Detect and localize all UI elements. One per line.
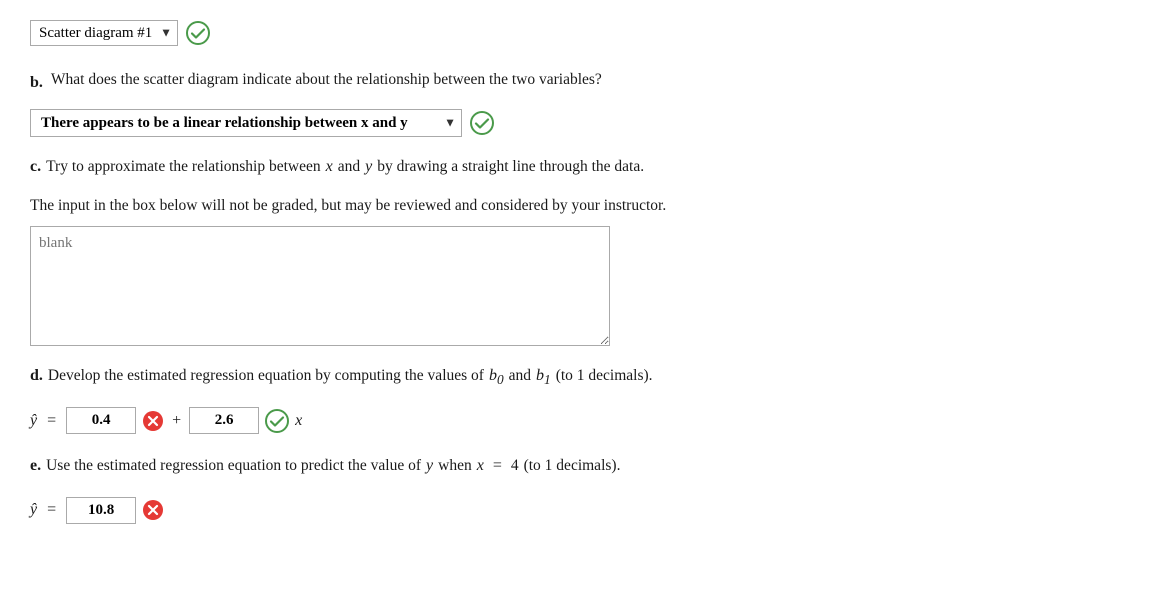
question-d-text-after: (to 1 decimals). xyxy=(556,364,653,389)
question-d-equals: = xyxy=(47,412,56,430)
question-c-var1: x xyxy=(326,158,333,176)
answer-b-check-icon xyxy=(470,111,494,135)
question-d-text-before: Develop the estimated regression equatio… xyxy=(48,364,484,389)
question-d-row: d. Develop the estimated regression equa… xyxy=(30,364,1134,395)
question-e-answer-input[interactable] xyxy=(66,497,136,524)
question-d-equation-row: ŷ = + x xyxy=(30,407,1134,434)
question-e-text-middle: when xyxy=(438,454,472,479)
question-c-text-middle: and xyxy=(338,155,360,180)
question-e-row: e. Use the estimated regression equation… xyxy=(30,454,1134,485)
answer-b-select[interactable]: There appears to be a linear relationshi… xyxy=(30,109,462,137)
question-d-label: d. xyxy=(30,367,43,385)
top-bar: Scatter diagram #1 Scatter diagram #2 Sc… xyxy=(30,20,1134,46)
question-e-eq-sign: = xyxy=(47,501,56,519)
question-c-var2: y xyxy=(365,158,372,176)
question-b-text: What does the scatter diagram indicate a… xyxy=(51,68,602,93)
question-d-b1: b1 xyxy=(536,367,551,388)
b0-error-icon xyxy=(142,410,164,432)
question-d-b0: b0 xyxy=(489,367,504,388)
answer-b-row: There appears to be a linear relationshi… xyxy=(30,109,1134,137)
e-error-icon xyxy=(142,499,164,521)
question-d-b1-input[interactable] xyxy=(189,407,259,434)
question-c-instruction: The input in the box below will not be g… xyxy=(30,194,1134,219)
question-e-equals: = xyxy=(493,457,502,475)
top-check-icon xyxy=(186,21,210,45)
question-e-section: e. Use the estimated regression equation… xyxy=(30,454,1134,524)
question-b-row: b. What does the scatter diagram indicat… xyxy=(30,68,1134,99)
question-e-equation-row: ŷ = xyxy=(30,497,1134,524)
question-e-x-value: 4 xyxy=(511,454,519,479)
question-c-row: c. Try to approximate the relationship b… xyxy=(30,155,1134,186)
question-c-section: c. Try to approximate the relationship b… xyxy=(30,155,1134,347)
scatter-diagram-select[interactable]: Scatter diagram #1 Scatter diagram #2 Sc… xyxy=(30,20,178,46)
question-d-text-and: and xyxy=(509,364,531,389)
question-c-text-after: by drawing a straight line through the d… xyxy=(377,155,644,180)
question-d-yhat: ŷ xyxy=(30,412,37,430)
question-e-var-y: y xyxy=(426,457,433,475)
question-e-yhat: ŷ xyxy=(30,501,37,519)
question-e-var-x: x xyxy=(477,457,484,475)
question-d-plus: + xyxy=(172,412,181,430)
question-e-text-after: (to 1 decimals). xyxy=(524,454,621,479)
question-c-label: c. xyxy=(30,158,41,176)
question-c-textarea[interactable] xyxy=(30,226,610,346)
b1-check-icon xyxy=(265,409,289,433)
question-e-label: e. xyxy=(30,457,41,475)
question-d-x-var: x xyxy=(295,412,302,430)
question-b-label: b. xyxy=(30,74,43,92)
question-d-b0-input[interactable] xyxy=(66,407,136,434)
scatter-diagram-dropdown-wrapper[interactable]: Scatter diagram #1 Scatter diagram #2 Sc… xyxy=(30,20,178,46)
answer-b-dropdown-wrapper[interactable]: There appears to be a linear relationshi… xyxy=(30,109,462,137)
question-e-text-before: Use the estimated regression equation to… xyxy=(46,454,421,479)
question-c-text-before: Try to approximate the relationship betw… xyxy=(46,155,321,180)
question-b-section: b. What does the scatter diagram indicat… xyxy=(30,68,1134,137)
question-d-section: d. Develop the estimated regression equa… xyxy=(30,364,1134,434)
